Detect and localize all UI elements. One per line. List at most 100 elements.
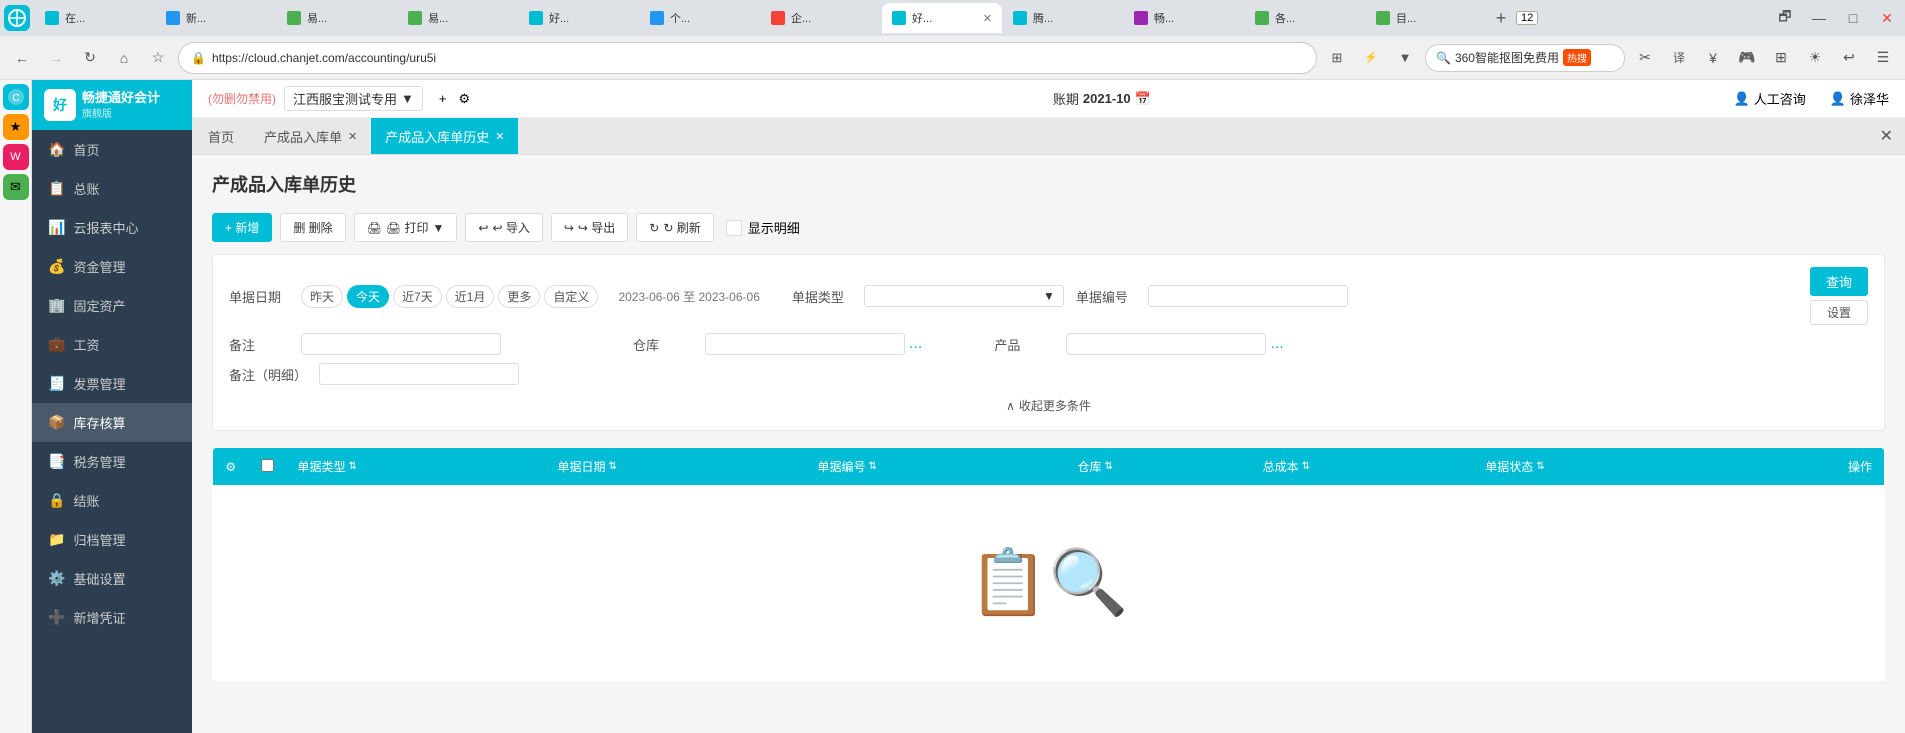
browser-logo[interactable]: [4, 5, 30, 31]
sidebar-item-ledger[interactable]: 📋 总账: [32, 169, 192, 208]
th-warehouse[interactable]: 仓库 ⇅: [1065, 448, 1250, 486]
date-pill-custom[interactable]: 自定义: [544, 285, 598, 308]
tab-3[interactable]: 易...: [277, 3, 397, 33]
dropdown-button[interactable]: ▼: [1391, 44, 1419, 72]
import-button[interactable]: ↩ ↩ 导入: [465, 213, 542, 242]
yuan-icon[interactable]: ¥: [1699, 44, 1727, 72]
content-tab-parent-close[interactable]: ✕: [348, 130, 357, 143]
app-icon-mail[interactable]: ✉: [3, 174, 29, 200]
sidebar-item-settings[interactable]: ⚙️ 基础设置: [32, 559, 192, 598]
grid-icon[interactable]: ⊞: [1767, 44, 1795, 72]
date-pill-1month[interactable]: 近1月: [446, 285, 495, 308]
new-tab-button[interactable]: +: [1487, 4, 1515, 32]
panel-close-button[interactable]: ✕: [1868, 118, 1905, 154]
tab-7[interactable]: 企...: [761, 3, 881, 33]
app-icon-changjettong[interactable]: C: [3, 84, 29, 110]
remark-filter-input[interactable]: [301, 333, 501, 355]
date-pill-yesterday[interactable]: 昨天: [301, 285, 343, 308]
settings-period-btn[interactable]: ⚙: [458, 91, 470, 107]
th-number[interactable]: 单据编号 ⇅: [805, 448, 1065, 486]
query-button[interactable]: 查询: [1810, 267, 1868, 296]
date-pill-today[interactable]: 今天: [347, 285, 389, 308]
app-icon-weibo[interactable]: W: [3, 144, 29, 170]
menu-icon[interactable]: ☰: [1869, 44, 1897, 72]
tab-4[interactable]: 易...: [398, 3, 518, 33]
sidebar-item-fixed-assets[interactable]: 🏢 固定资产: [32, 286, 192, 325]
sidebar-item-payroll[interactable]: 💼 工资: [32, 325, 192, 364]
tab-2[interactable]: 新...: [156, 3, 276, 33]
bookmark-button[interactable]: ☆: [144, 44, 172, 72]
content-tab-parent[interactable]: 产成品入库单 ✕: [250, 118, 371, 154]
content-tab-current[interactable]: 产成品入库单历史 ✕: [371, 118, 518, 154]
game-icon[interactable]: 🎮: [1733, 44, 1761, 72]
sidebar-item-invoice[interactable]: 🧾 发票管理: [32, 364, 192, 403]
select-all-checkbox[interactable]: [261, 459, 274, 472]
restore-window-button[interactable]: 🗗: [1771, 4, 1799, 32]
search-bar-360[interactable]: 🔍 360智能抠图免费用 热搜: [1425, 44, 1625, 72]
translate-icon[interactable]: 译: [1665, 44, 1693, 72]
th-gear[interactable]: ⚙: [213, 448, 249, 486]
maximize-button[interactable]: □: [1839, 4, 1867, 32]
tab-5[interactable]: 好...: [519, 3, 639, 33]
forward-button[interactable]: →: [42, 44, 70, 72]
refresh-button[interactable]: ↻: [76, 44, 104, 72]
tab-1[interactable]: 在...: [35, 3, 155, 33]
show-detail-toggle[interactable]: 显示明细: [726, 218, 800, 237]
content-tab-current-close[interactable]: ✕: [495, 130, 504, 143]
collapse-button[interactable]: ∧ 收起更多条件: [994, 393, 1103, 418]
sidebar-item-closing[interactable]: 🔒 结账: [32, 481, 192, 520]
product-filter-more[interactable]: ...: [1270, 335, 1283, 353]
th-type[interactable]: 单据类型 ⇅: [286, 448, 546, 486]
home-button[interactable]: ⌂: [110, 44, 138, 72]
th-date[interactable]: 单据日期 ⇅: [545, 448, 805, 486]
theme-icon[interactable]: ☀: [1801, 44, 1829, 72]
th-checkbox[interactable]: [249, 448, 286, 486]
tab-12[interactable]: 目...: [1366, 3, 1486, 33]
extensions-button[interactable]: ⊞: [1323, 44, 1351, 72]
th-total-cost[interactable]: 总成本 ⇅: [1251, 448, 1474, 486]
back-button[interactable]: ←: [8, 44, 36, 72]
product-filter-input[interactable]: [1066, 333, 1266, 355]
sidebar-item-new-voucher[interactable]: ➕ 新增凭证: [32, 598, 192, 637]
new-button[interactable]: + 新增: [212, 213, 272, 242]
tab-9[interactable]: 腾...: [1003, 3, 1123, 33]
scissors-icon[interactable]: ✂: [1631, 44, 1659, 72]
tab-6[interactable]: 个...: [640, 3, 760, 33]
sidebar-item-inventory[interactable]: 📦 库存核算: [32, 403, 192, 442]
breadcrumb-home[interactable]: 首页: [192, 118, 250, 154]
sidebar-item-archive[interactable]: 📁 归档管理: [32, 520, 192, 559]
sidebar-item-home[interactable]: 🏠 首页: [32, 130, 192, 169]
remark-detail-input[interactable]: [319, 363, 519, 385]
date-pill-more[interactable]: 更多: [498, 285, 540, 308]
refresh-btn[interactable]: ↻ ↻ 刷新: [636, 213, 713, 242]
user-profile-btn[interactable]: 👤 徐泽华: [1830, 89, 1889, 108]
type-filter-select[interactable]: ▼: [864, 285, 1064, 307]
show-detail-checkbox[interactable]: [726, 220, 742, 236]
lightning-button[interactable]: ⚡: [1357, 44, 1385, 72]
customer-service-btn[interactable]: 👤 人工咨询: [1734, 89, 1806, 108]
date-pill-7days[interactable]: 近7天: [393, 285, 442, 308]
sidebar-item-funds[interactable]: 💰 资金管理: [32, 247, 192, 286]
close-window-button[interactable]: ✕: [1873, 4, 1901, 32]
sidebar-item-tax[interactable]: 📑 税务管理: [32, 442, 192, 481]
delete-button[interactable]: 删 删除: [280, 213, 345, 242]
tab-11[interactable]: 各...: [1245, 3, 1365, 33]
minimize-button[interactable]: —: [1805, 4, 1833, 32]
th-status[interactable]: 单据状态 ⇅: [1473, 448, 1733, 486]
settings-filter-button[interactable]: 设置: [1810, 300, 1868, 325]
print-button[interactable]: 🖨 🖨 打印 ▼: [354, 213, 458, 242]
add-period-btn[interactable]: +: [439, 91, 447, 106]
calendar-icon[interactable]: 📅: [1135, 91, 1151, 107]
company-selector[interactable]: 江西服宝测试专用 ▼: [284, 86, 423, 111]
number-filter-input[interactable]: [1148, 285, 1348, 307]
export-button[interactable]: ↪ ↪ 导出: [551, 213, 628, 242]
tab-close-8[interactable]: ✕: [983, 12, 992, 25]
warehouse-filter-more[interactable]: ...: [909, 335, 922, 353]
sidebar-item-reports[interactable]: 📊 云报表中心: [32, 208, 192, 247]
undo-icon[interactable]: ↩: [1835, 44, 1863, 72]
tab-8[interactable]: 好... ✕: [882, 3, 1002, 33]
app-icon-star[interactable]: ★: [3, 114, 29, 140]
warehouse-filter-input[interactable]: [705, 333, 905, 355]
tab-10[interactable]: 畅...: [1124, 3, 1244, 33]
url-bar[interactable]: 🔒 https://cloud.chanjet.com/accounting/u…: [178, 42, 1317, 74]
